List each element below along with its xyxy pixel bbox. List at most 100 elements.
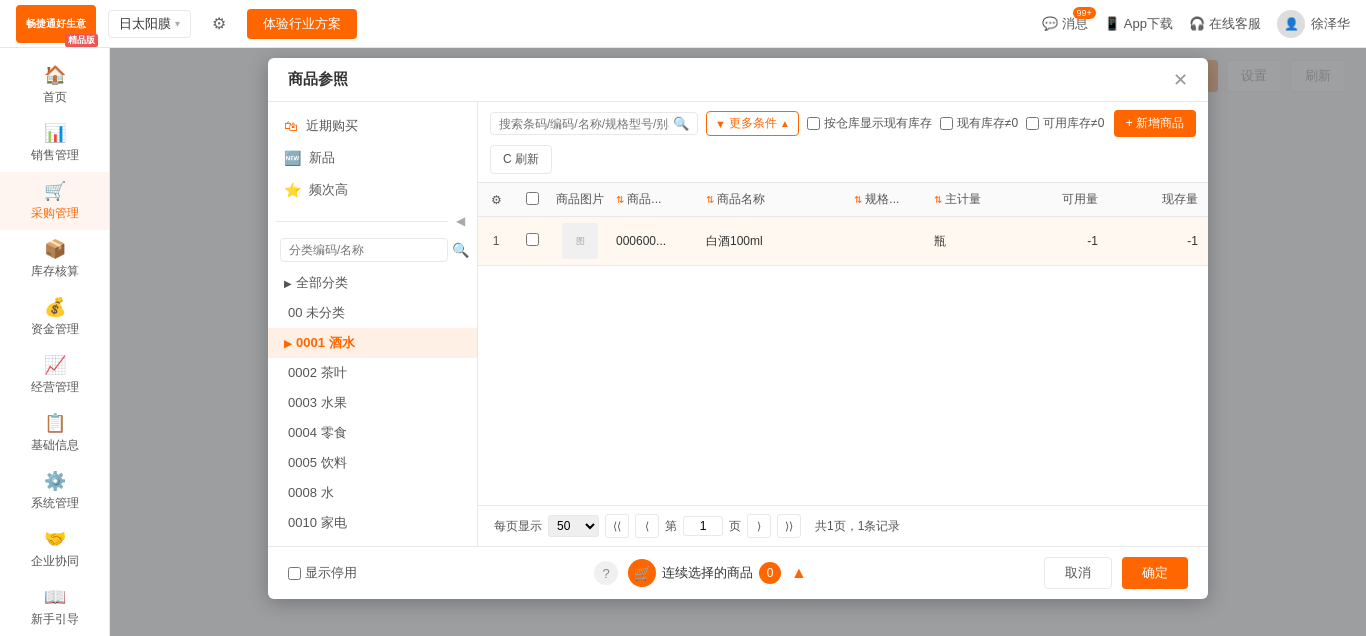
sidebar-label: 销售管理 bbox=[31, 147, 79, 164]
select-all-checkbox[interactable] bbox=[526, 192, 539, 205]
cat-item-0004[interactable]: 0004 零食 bbox=[268, 418, 477, 448]
refresh-btn[interactable]: C 刷新 bbox=[490, 145, 552, 174]
col-unit-header[interactable]: ⇅ 主计量 bbox=[928, 183, 1008, 217]
category-search-input[interactable] bbox=[280, 238, 448, 262]
modal-header: 商品参照 ✕ bbox=[268, 58, 1208, 102]
per-page-select[interactable]: 10 20 50 100 bbox=[548, 515, 599, 537]
prev-page-btn[interactable]: ⟨ bbox=[635, 514, 659, 538]
all-cat-arrow-icon: ▶ bbox=[284, 278, 292, 289]
sidebar-item-home[interactable]: 🏠 首页 bbox=[0, 56, 109, 114]
cat-item-00[interactable]: 00 未分类 bbox=[268, 298, 477, 328]
sidebar-item-finance[interactable]: 💰 资金管理 bbox=[0, 288, 109, 346]
cat-item-0003[interactable]: 0003 水果 bbox=[268, 388, 477, 418]
sidebar-item-system[interactable]: ⚙️ 系统管理 bbox=[0, 462, 109, 520]
warehouse-checkbox[interactable] bbox=[807, 117, 820, 130]
cat-label: 00 未分类 bbox=[288, 304, 345, 322]
experience-btn[interactable]: 体验行业方案 bbox=[247, 9, 357, 39]
modal-overlay: 商品参照 ✕ 🛍 近期购买 🆕 新品 bbox=[110, 48, 1366, 636]
row-checkbox[interactable] bbox=[526, 233, 539, 246]
search-box: 🔍 bbox=[490, 112, 698, 135]
checkbox-available-nonzero[interactable]: 可用库存≠0 bbox=[1026, 115, 1104, 132]
col-spec-header[interactable]: ⇅ 规格... bbox=[848, 183, 928, 217]
recent-buy-label: 近期购买 bbox=[306, 117, 358, 135]
available-nonzero-checkbox[interactable] bbox=[1026, 117, 1039, 130]
cancel-btn[interactable]: 取消 bbox=[1044, 557, 1112, 589]
new-items-item[interactable]: 🆕 新品 bbox=[268, 142, 477, 174]
cat-item-0008[interactable]: 0008 水 bbox=[268, 478, 477, 508]
sort-icon: ⇅ bbox=[706, 194, 714, 205]
messages-btn[interactable]: 💬 消息 99+ bbox=[1042, 15, 1088, 33]
app-download-btn[interactable]: 📱 App下载 bbox=[1104, 15, 1173, 33]
frequent-icon: ⭐ bbox=[284, 182, 301, 198]
frequent-item[interactable]: ⭐ 频次高 bbox=[268, 174, 477, 206]
category-search-icon[interactable]: 🔍 bbox=[452, 242, 469, 258]
cat-label: 0004 零食 bbox=[288, 425, 347, 440]
show-disabled-label[interactable]: 显示停用 bbox=[288, 564, 357, 582]
modal-body: 🛍 近期购买 🆕 新品 ⭐ 频次高 bbox=[268, 102, 1208, 546]
col-stock-header[interactable]: 现存量 bbox=[1108, 183, 1208, 217]
user-profile[interactable]: 👤 徐泽华 bbox=[1277, 10, 1350, 38]
row-code-cell: 000600... bbox=[610, 217, 700, 266]
search-input[interactable] bbox=[499, 117, 669, 131]
show-disabled-text: 显示停用 bbox=[305, 564, 357, 582]
close-icon[interactable]: ✕ bbox=[1173, 71, 1188, 89]
cat-label: 0005 饮料 bbox=[288, 455, 347, 470]
confirm-btn[interactable]: 确定 bbox=[1122, 557, 1188, 589]
app-label: App下载 bbox=[1124, 15, 1173, 33]
new-product-btn[interactable]: + 新增商品 bbox=[1114, 110, 1196, 137]
cart-icon: 🛒 bbox=[628, 559, 656, 587]
show-disabled-checkbox[interactable] bbox=[288, 567, 301, 580]
col-settings-header[interactable]: ⚙ bbox=[478, 183, 514, 217]
col-code-header[interactable]: ⇅ 商品... bbox=[610, 183, 700, 217]
search-icon[interactable]: 🔍 bbox=[673, 116, 689, 131]
sidebar-item-collab[interactable]: 🤝 企业协同 bbox=[0, 520, 109, 578]
sidebar-item-inventory[interactable]: 📦 库存核算 bbox=[0, 230, 109, 288]
row-img-cell: 图 bbox=[550, 217, 610, 266]
footer-right: 取消 确定 bbox=[1044, 557, 1188, 589]
cat-item-0001[interactable]: ▶ 0001 酒水 bbox=[268, 328, 477, 358]
checkbox-stock-nonzero[interactable]: 现有库存≠0 bbox=[940, 115, 1018, 132]
footer-left: 显示停用 bbox=[288, 564, 357, 582]
dropdown-region[interactable]: 日太阳膜 ▾ bbox=[108, 10, 191, 38]
logo: 畅捷通好生意 精品版 bbox=[16, 5, 96, 43]
col-name-header[interactable]: ⇅ 商品名称 bbox=[700, 183, 848, 217]
recent-buy-item[interactable]: 🛍 近期购买 bbox=[268, 110, 477, 142]
sidebar-item-sales[interactable]: 📊 销售管理 bbox=[0, 114, 109, 172]
sidebar-label: 库存核算 bbox=[31, 263, 79, 280]
first-page-btn[interactable]: ⟨⟨ bbox=[605, 514, 629, 538]
stock-nonzero-checkbox[interactable] bbox=[940, 117, 953, 130]
last-page-btn[interactable]: ⟩⟩ bbox=[777, 514, 801, 538]
support-btn[interactable]: 🎧 在线客服 bbox=[1189, 15, 1261, 33]
table-row[interactable]: 1 图 000600... 白酒100ml bbox=[478, 217, 1208, 266]
sidebar-item-purchase[interactable]: 🛒 采购管理 bbox=[0, 172, 109, 230]
all-categories-item[interactable]: ▶ 全部分类 bbox=[268, 268, 477, 298]
sidebar-item-basic[interactable]: 📋 基础信息 bbox=[0, 404, 109, 462]
col-check-header[interactable] bbox=[514, 183, 550, 217]
page-label: 第 bbox=[665, 518, 677, 535]
logo-text: 畅捷通好生意 bbox=[26, 17, 86, 30]
row-check-cell[interactable] bbox=[514, 217, 550, 266]
next-page-btn[interactable]: ⟩ bbox=[747, 514, 771, 538]
cat-item-0002[interactable]: 0002 茶叶 bbox=[268, 358, 477, 388]
sort-icon: ⇅ bbox=[854, 194, 862, 205]
collapse-panel-icon[interactable]: ◀ bbox=[452, 214, 469, 228]
checkbox-warehouse[interactable]: 按仓库显示现有库存 bbox=[807, 115, 932, 132]
gear-icon[interactable]: ⚙ bbox=[203, 8, 235, 40]
help-icon[interactable]: ? bbox=[594, 561, 618, 585]
sidebar-item-guide[interactable]: 📖 新手引导 bbox=[0, 578, 109, 636]
table-container: ⚙ 商品图片 bbox=[478, 183, 1208, 505]
collapse-up-icon[interactable]: ▲ bbox=[791, 564, 807, 582]
app-icon: 📱 bbox=[1104, 16, 1120, 31]
sidebar: 🏠 首页 📊 销售管理 🛒 采购管理 📦 库存核算 💰 资金管理 📈 经营管理 … bbox=[0, 48, 110, 636]
support-label: 在线客服 bbox=[1209, 15, 1261, 33]
cat-item-0005[interactable]: 0005 饮料 bbox=[268, 448, 477, 478]
cart-btn[interactable]: 🛒 连续选择的商品 0 bbox=[628, 559, 781, 587]
sidebar-label: 采购管理 bbox=[31, 205, 79, 222]
page-input[interactable] bbox=[683, 516, 723, 536]
cat-item-0010[interactable]: 0010 家电 bbox=[268, 508, 477, 538]
sidebar-item-operations[interactable]: 📈 经营管理 bbox=[0, 346, 109, 404]
col-avail-header[interactable]: 可用量 bbox=[1008, 183, 1108, 217]
sidebar-label: 首页 bbox=[43, 89, 67, 106]
warehouse-label: 按仓库显示现有库存 bbox=[824, 115, 932, 132]
more-conditions-btn[interactable]: ▼ 更多条件 ▲ bbox=[706, 111, 799, 136]
